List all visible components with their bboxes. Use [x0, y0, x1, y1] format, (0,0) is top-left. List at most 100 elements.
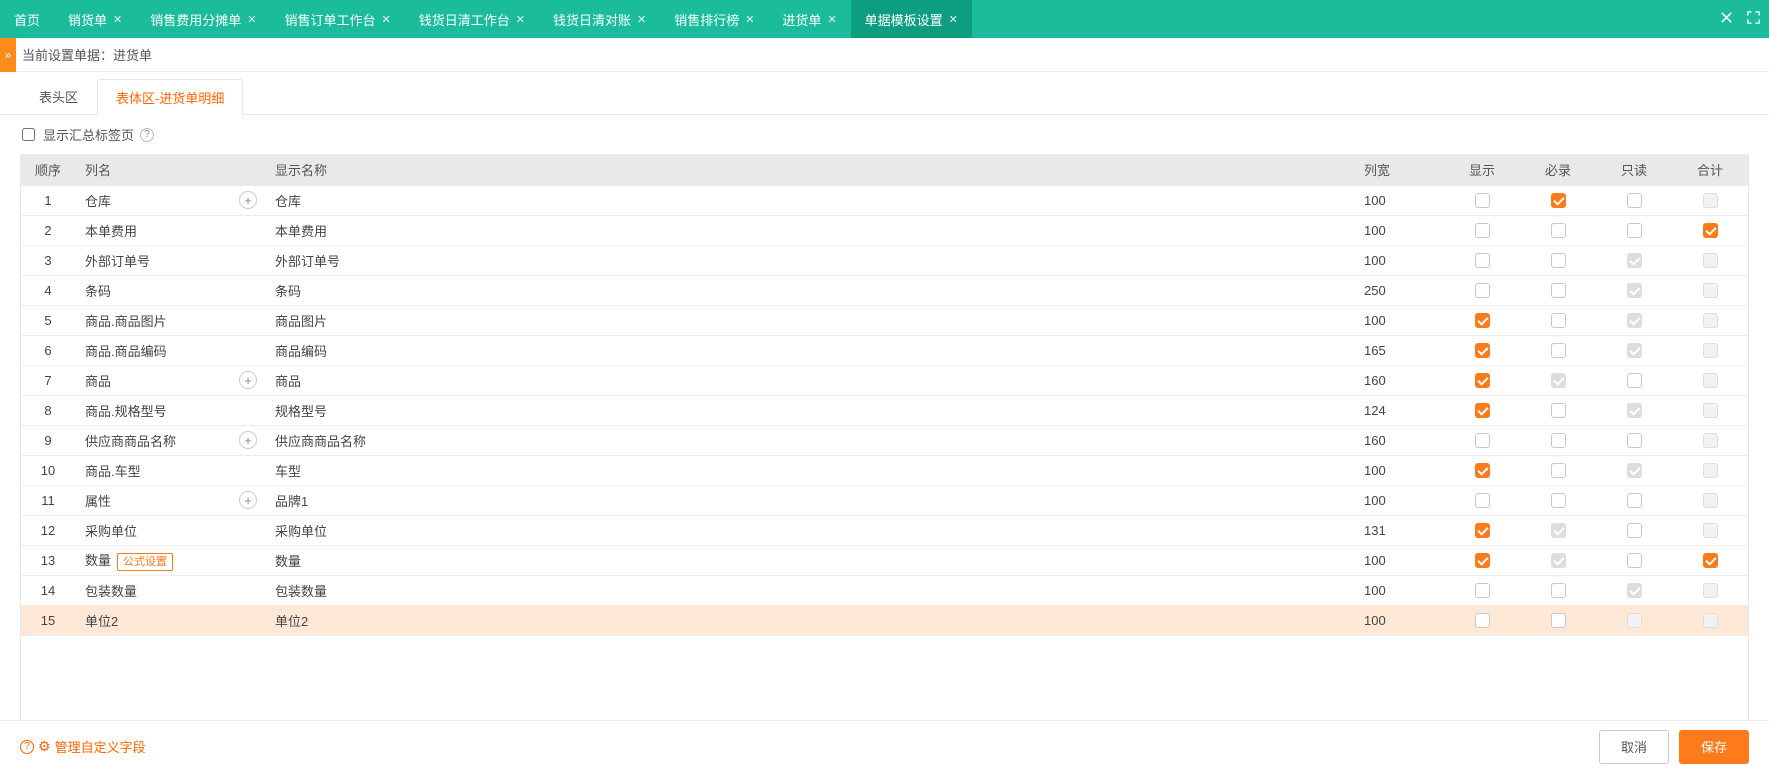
- table-row[interactable]: 9供应商商品名称+供应商商品名称160: [21, 425, 1748, 455]
- close-icon[interactable]: ✕: [382, 13, 391, 26]
- help-icon[interactable]: ?: [140, 128, 154, 142]
- readonly-checkbox[interactable]: [1627, 523, 1642, 538]
- formula-tag[interactable]: 公式设置: [117, 553, 173, 571]
- cell-display-name[interactable]: 条码: [265, 275, 1354, 305]
- required-checkbox[interactable]: [1551, 193, 1566, 208]
- table-scroll[interactable]: 顺序 列名 显示名称 列宽 显示 必录 只读 合计 1仓库+仓库1002本单费用…: [20, 154, 1749, 726]
- cell-display-name[interactable]: 包装数量: [265, 575, 1354, 605]
- cell-width[interactable]: 100: [1354, 215, 1444, 245]
- readonly-checkbox[interactable]: [1627, 553, 1642, 568]
- table-row[interactable]: 12采购单位采购单位131: [21, 515, 1748, 545]
- show-checkbox[interactable]: [1475, 433, 1490, 448]
- close-icon[interactable]: ✕: [827, 13, 836, 26]
- expand-icon[interactable]: »: [0, 38, 16, 72]
- cell-display-name[interactable]: 数量: [265, 545, 1354, 575]
- close-icon[interactable]: ✕: [637, 13, 646, 26]
- close-icon[interactable]: ✕: [516, 13, 525, 26]
- add-icon[interactable]: +: [239, 491, 257, 509]
- cell-display-name[interactable]: 单位2: [265, 605, 1354, 635]
- table-row[interactable]: 14包装数量包装数量100: [21, 575, 1748, 605]
- show-checkbox[interactable]: [1475, 493, 1490, 508]
- required-checkbox[interactable]: [1551, 583, 1566, 598]
- required-checkbox[interactable]: [1551, 613, 1566, 628]
- cell-display-name[interactable]: 本单费用: [265, 215, 1354, 245]
- cell-display-name[interactable]: 商品编码: [265, 335, 1354, 365]
- table-row[interactable]: 3外部订单号外部订单号100: [21, 245, 1748, 275]
- cell-display-name[interactable]: 采购单位: [265, 515, 1354, 545]
- footer-help-icon[interactable]: ?: [20, 740, 34, 754]
- cell-width[interactable]: 100: [1354, 245, 1444, 275]
- total-checkbox[interactable]: [1703, 553, 1718, 568]
- top-tab[interactable]: 销售排行榜✕: [660, 0, 768, 38]
- cell-display-name[interactable]: 供应商商品名称: [265, 425, 1354, 455]
- cell-width[interactable]: 165: [1354, 335, 1444, 365]
- cell-display-name[interactable]: 商品图片: [265, 305, 1354, 335]
- cell-width[interactable]: 100: [1354, 185, 1444, 215]
- cell-width[interactable]: 100: [1354, 605, 1444, 635]
- table-row[interactable]: 11属性+品牌1100: [21, 485, 1748, 515]
- cell-width[interactable]: 250: [1354, 275, 1444, 305]
- cancel-button[interactable]: 取消: [1599, 730, 1669, 764]
- table-row[interactable]: 2本单费用本单费用100: [21, 215, 1748, 245]
- required-checkbox[interactable]: [1551, 253, 1566, 268]
- cell-width[interactable]: 131: [1354, 515, 1444, 545]
- cell-width[interactable]: 100: [1354, 545, 1444, 575]
- readonly-checkbox[interactable]: [1627, 223, 1642, 238]
- show-checkbox[interactable]: [1475, 373, 1490, 388]
- close-icon[interactable]: ✕: [113, 13, 122, 26]
- top-tab[interactable]: 首页: [0, 0, 54, 38]
- show-checkbox[interactable]: [1475, 253, 1490, 268]
- required-checkbox[interactable]: [1551, 223, 1566, 238]
- close-icon[interactable]: ✕: [949, 13, 958, 26]
- add-icon[interactable]: +: [239, 431, 257, 449]
- show-checkbox[interactable]: [1475, 193, 1490, 208]
- show-checkbox[interactable]: [1475, 313, 1490, 328]
- top-tab[interactable]: 进货单✕: [768, 0, 850, 38]
- table-row[interactable]: 5商品.商品图片商品图片100: [21, 305, 1748, 335]
- manage-custom-fields-link[interactable]: 管理自定义字段: [55, 737, 146, 756]
- readonly-checkbox[interactable]: [1627, 373, 1642, 388]
- cell-display-name[interactable]: 商品: [265, 365, 1354, 395]
- close-icon[interactable]: ✕: [745, 13, 754, 26]
- close-all-icon[interactable]: [1719, 10, 1734, 28]
- show-checkbox[interactable]: [1475, 343, 1490, 358]
- cell-width[interactable]: 160: [1354, 365, 1444, 395]
- save-button[interactable]: 保存: [1679, 730, 1749, 764]
- top-tab[interactable]: 销售费用分摊单✕: [136, 0, 270, 38]
- readonly-checkbox[interactable]: [1627, 433, 1642, 448]
- add-icon[interactable]: +: [239, 371, 257, 389]
- cell-width[interactable]: 100: [1354, 305, 1444, 335]
- required-checkbox[interactable]: [1551, 403, 1566, 418]
- total-checkbox[interactable]: [1703, 223, 1718, 238]
- top-tab[interactable]: 钱货日清工作台✕: [405, 0, 539, 38]
- table-row[interactable]: 7商品+商品160: [21, 365, 1748, 395]
- table-row[interactable]: 10商品.车型车型100: [21, 455, 1748, 485]
- required-checkbox[interactable]: [1551, 433, 1566, 448]
- table-row[interactable]: 8商品.规格型号规格型号124: [21, 395, 1748, 425]
- cell-display-name[interactable]: 规格型号: [265, 395, 1354, 425]
- show-checkbox[interactable]: [1475, 223, 1490, 238]
- required-checkbox[interactable]: [1551, 463, 1566, 478]
- cell-width[interactable]: 100: [1354, 485, 1444, 515]
- top-tab[interactable]: 销售订单工作台✕: [270, 0, 404, 38]
- required-checkbox[interactable]: [1551, 313, 1566, 328]
- cell-width[interactable]: 100: [1354, 455, 1444, 485]
- readonly-checkbox[interactable]: [1627, 193, 1642, 208]
- table-row[interactable]: 6商品.商品编码商品编码165: [21, 335, 1748, 365]
- required-checkbox[interactable]: [1551, 283, 1566, 298]
- cell-display-name[interactable]: 车型: [265, 455, 1354, 485]
- required-checkbox[interactable]: [1551, 343, 1566, 358]
- top-tab[interactable]: 单据模板设置✕: [851, 0, 972, 38]
- cell-display-name[interactable]: 外部订单号: [265, 245, 1354, 275]
- cell-width[interactable]: 160: [1354, 425, 1444, 455]
- top-tab[interactable]: 钱货日清对账✕: [539, 0, 660, 38]
- required-checkbox[interactable]: [1551, 493, 1566, 508]
- show-checkbox[interactable]: [1475, 403, 1490, 418]
- cell-display-name[interactable]: 仓库: [265, 185, 1354, 215]
- show-checkbox[interactable]: [1475, 613, 1490, 628]
- table-row[interactable]: 13数量公式设置数量100: [21, 545, 1748, 575]
- sub-tab[interactable]: 表体区-进货单明细: [97, 79, 243, 115]
- show-checkbox[interactable]: [1475, 463, 1490, 478]
- show-summary-checkbox[interactable]: [22, 128, 35, 141]
- close-icon[interactable]: ✕: [247, 13, 256, 26]
